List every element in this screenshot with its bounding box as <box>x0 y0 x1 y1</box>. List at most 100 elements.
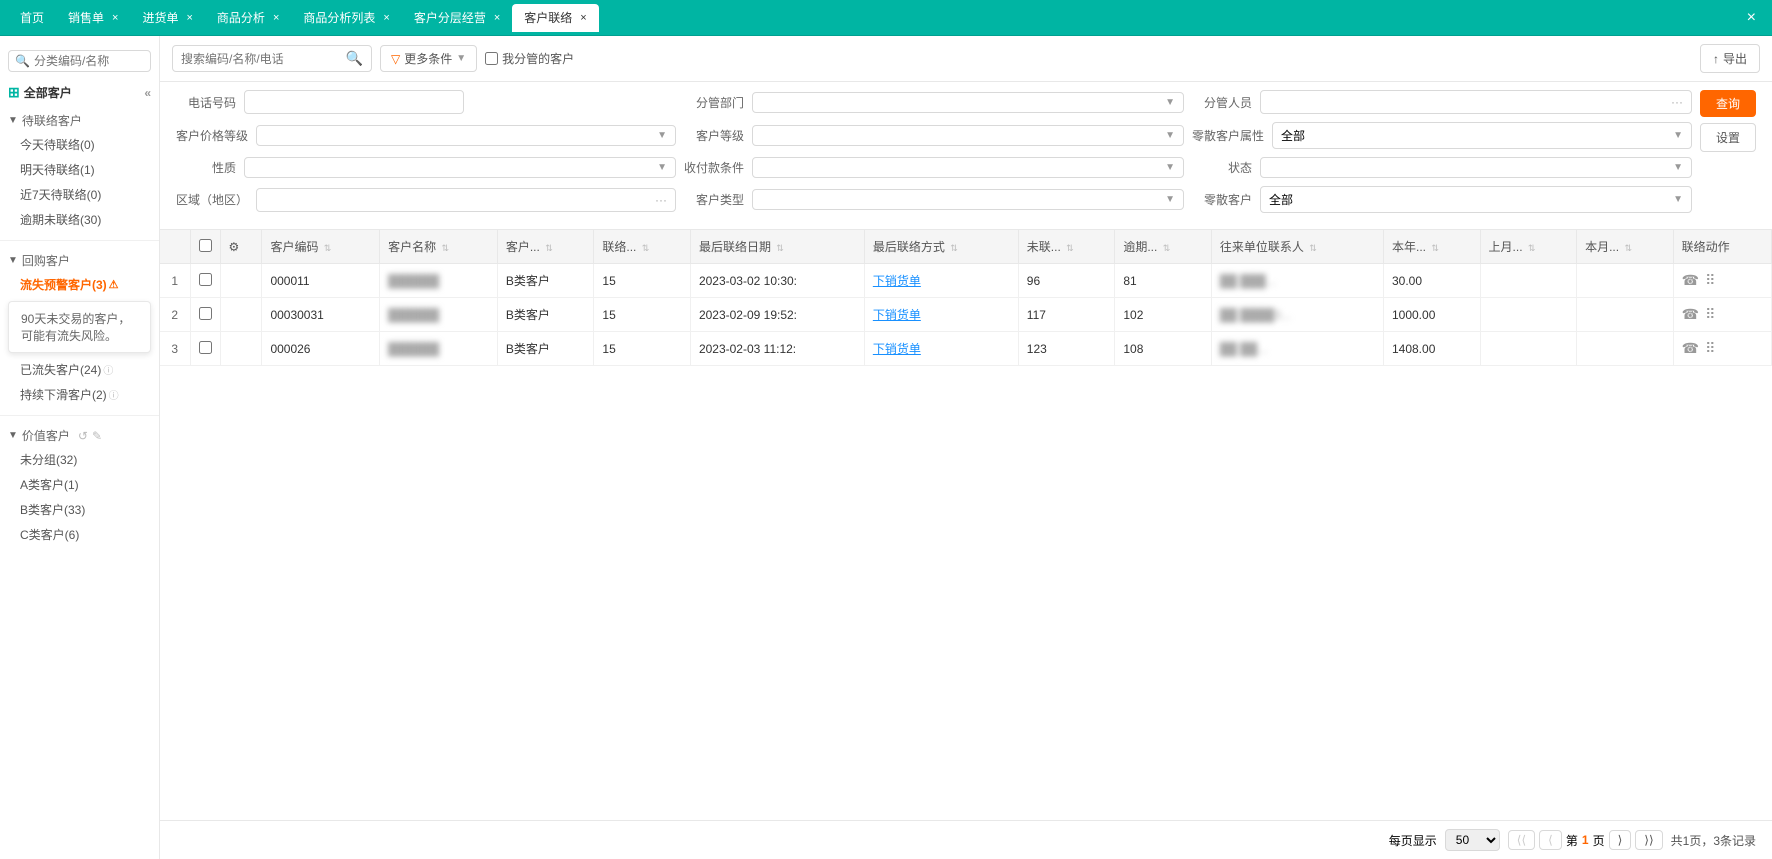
tab-purchase[interactable]: 进货单 × <box>130 4 204 32</box>
tab-analysis-close[interactable]: × <box>273 12 279 24</box>
col-code[interactable]: 客户编码 ⇅ <box>262 230 380 264</box>
close-all-button[interactable]: × <box>1739 9 1764 27</box>
sidebar-item-overdue-contact[interactable]: 逾期未联络(30) <box>0 207 159 232</box>
col-contact[interactable]: 联络... ⇅ <box>594 230 691 264</box>
filter-cust-tier-select[interactable]: ▼ <box>752 125 1184 146</box>
sidebar-all-customers[interactable]: ⊞ 全部客户 « <box>0 80 159 105</box>
more-filter-button[interactable]: ▽ 更多条件 ▼ <box>380 45 477 72</box>
sidebar-group-value-title[interactable]: ▼ 价值客户 ↺ ✎ <box>0 424 159 447</box>
filter-region-select[interactable]: ··· <box>256 188 676 212</box>
col-this-year[interactable]: 本年... ⇅ <box>1383 230 1480 264</box>
tab-home[interactable]: 首页 <box>8 4 56 32</box>
sidebar-item-b-class[interactable]: B类客户(33) <box>0 497 159 522</box>
col-settings[interactable]: ⚙ <box>220 230 262 264</box>
col-this-month[interactable]: 本月... ⇅ <box>1577 230 1674 264</box>
tab-customer-contact-close[interactable]: × <box>580 12 586 24</box>
col-last-month[interactable]: 上月... ⇅ <box>1480 230 1577 264</box>
more-action-icon[interactable]: ⠿ <box>1705 340 1715 357</box>
sidebar-group-pending-title[interactable]: ▼ 待联络客户 <box>0 109 159 132</box>
sidebar-tooltip-text: 90天未交易的客户，可能有流失风险。 <box>21 312 130 343</box>
query-button[interactable]: 查询 <box>1700 90 1756 117</box>
table-row: 3 000026 ██████ B类客户 15 2023-02-03 11:12… <box>160 332 1772 366</box>
contact-icon[interactable]: ☎ <box>1682 306 1699 323</box>
sidebar-item-a-class[interactable]: A类客户(1) <box>0 472 159 497</box>
sidebar-item-tomorrow[interactable]: 明天待联络(1) <box>0 157 159 182</box>
tab-analysis-list[interactable]: 商品分析列表 × <box>291 4 401 32</box>
sidebar-item-today[interactable]: 今天待联络(0) <box>0 132 159 157</box>
my-customers-checkbox-label[interactable]: 我分管的客户 <box>485 50 574 67</box>
cell-checkbox[interactable] <box>190 298 220 332</box>
sidebar-item-ungroup[interactable]: 未分组(32) <box>0 447 159 472</box>
col-overdue-label: 逾期... <box>1123 240 1157 254</box>
sort-icon-code: ⇅ <box>324 243 332 253</box>
col-unit-contact-label: 往来单位联系人 <box>1220 240 1304 254</box>
tab-customer-contact[interactable]: 客户联络 × <box>512 4 598 32</box>
filter-status-select[interactable]: ▼ <box>1260 157 1692 178</box>
sidebar-search-input[interactable] <box>34 54 160 68</box>
col-name[interactable]: 客户名称 ⇅ <box>380 230 498 264</box>
last-page-button[interactable]: ⟩⟩ <box>1635 830 1662 850</box>
prev-page-button[interactable]: ⟨ <box>1539 830 1562 850</box>
my-customers-checkbox[interactable] <box>485 52 498 65</box>
filter-phone-input[interactable] <box>244 90 464 114</box>
filter-scatter-cust-select[interactable]: 全部 ▼ <box>1260 186 1692 213</box>
last-method-link[interactable]: 下销货单 <box>873 342 921 356</box>
filter-scatter-prop-select[interactable]: 全部 ▼ <box>1272 122 1692 149</box>
arrow-down-icon-2: ▼ <box>8 255 18 266</box>
cell-last-method[interactable]: 下销货单 <box>864 264 1018 298</box>
sidebar-item-lost-done[interactable]: 已流失客户(24) ⓘ <box>0 357 159 382</box>
sidebar-search-box[interactable]: 🔍 <box>8 50 151 72</box>
tab-analysis-list-close[interactable]: × <box>383 12 389 24</box>
contact-icon[interactable]: ☎ <box>1682 340 1699 357</box>
search-input[interactable] <box>181 52 342 66</box>
last-method-link[interactable]: 下销货单 <box>873 308 921 322</box>
filter-payment-select[interactable]: ▼ <box>752 157 1184 178</box>
more-action-icon[interactable]: ⠿ <box>1705 306 1715 323</box>
col-last-date[interactable]: 最后联络日期 ⇅ <box>690 230 864 264</box>
filter-nature-select[interactable]: ▼ <box>244 157 676 178</box>
first-page-button[interactable]: ⟨⟨ <box>1508 830 1535 850</box>
next-page-button[interactable]: ⟩ <box>1609 830 1632 850</box>
sidebar-item-c-class[interactable]: C类客户(6) <box>0 522 159 547</box>
sidebar-item-c-class-label: C类客户(6) <box>20 526 79 543</box>
sidebar-collapse-btn[interactable]: « <box>144 86 151 100</box>
filter-cust-type-select[interactable]: ▼ <box>752 189 1184 210</box>
filter-settings-button[interactable]: 设置 <box>1700 123 1756 152</box>
cell-checkbox[interactable] <box>190 264 220 298</box>
filter-row-actions: 电话号码 分管部门 ▼ 分管人员 <box>176 90 1756 221</box>
col-last-method[interactable]: 最后联络方式 ⇅ <box>864 230 1018 264</box>
page-size-select[interactable]: 50 100 <box>1445 829 1500 851</box>
tab-sales-close[interactable]: × <box>112 12 118 24</box>
row-checkbox[interactable] <box>199 341 212 354</box>
select-all-checkbox[interactable] <box>199 239 212 252</box>
tab-analysis[interactable]: 商品分析 × <box>205 4 291 32</box>
tab-customer-tier[interactable]: 客户分层经营 × <box>402 4 512 32</box>
tab-sales[interactable]: 销售单 × <box>56 4 130 32</box>
cell-last-method[interactable]: 下销货单 <box>864 298 1018 332</box>
last-method-link[interactable]: 下销货单 <box>873 274 921 288</box>
sidebar-item-lost-pred[interactable]: 流失预警客户(3) ⚠ <box>0 272 159 297</box>
more-action-icon[interactable]: ⠿ <box>1705 272 1715 289</box>
row-checkbox[interactable] <box>199 273 212 286</box>
tab-purchase-close[interactable]: × <box>186 12 192 24</box>
sidebar-item-slip-down[interactable]: 持续下滑客户(2) ⓘ <box>0 382 159 407</box>
tab-customer-tier-label: 客户分层经营 <box>414 9 486 26</box>
cell-last-method[interactable]: 下销货单 <box>864 332 1018 366</box>
tab-customer-tier-close[interactable]: × <box>494 12 500 24</box>
col-overdue[interactable]: 逾期... ⇅ <box>1115 230 1212 264</box>
filter-price-tier-select[interactable]: ▼ <box>256 125 676 146</box>
col-not-contacted[interactable]: 未联... ⇅ <box>1018 230 1115 264</box>
search-box[interactable]: 🔍 <box>172 45 372 72</box>
sidebar-group-lost-title[interactable]: ▼ 回购客户 <box>0 249 159 272</box>
row-checkbox[interactable] <box>199 307 212 320</box>
export-button[interactable]: ↑ 导出 <box>1700 44 1760 73</box>
filter-person-select[interactable]: ··· <box>1260 90 1692 114</box>
col-type[interactable]: 客户... ⇅ <box>497 230 594 264</box>
cell-checkbox[interactable] <box>190 332 220 366</box>
col-unit-contact[interactable]: 往来单位联系人 ⇅ <box>1211 230 1383 264</box>
contact-icon[interactable]: ☎ <box>1682 272 1699 289</box>
refresh-icon[interactable]: ↺ <box>78 429 88 443</box>
filter-dept-select[interactable]: ▼ <box>752 92 1184 113</box>
edit-icon[interactable]: ✎ <box>92 429 102 443</box>
sidebar-item-7days[interactable]: 近7天待联络(0) <box>0 182 159 207</box>
